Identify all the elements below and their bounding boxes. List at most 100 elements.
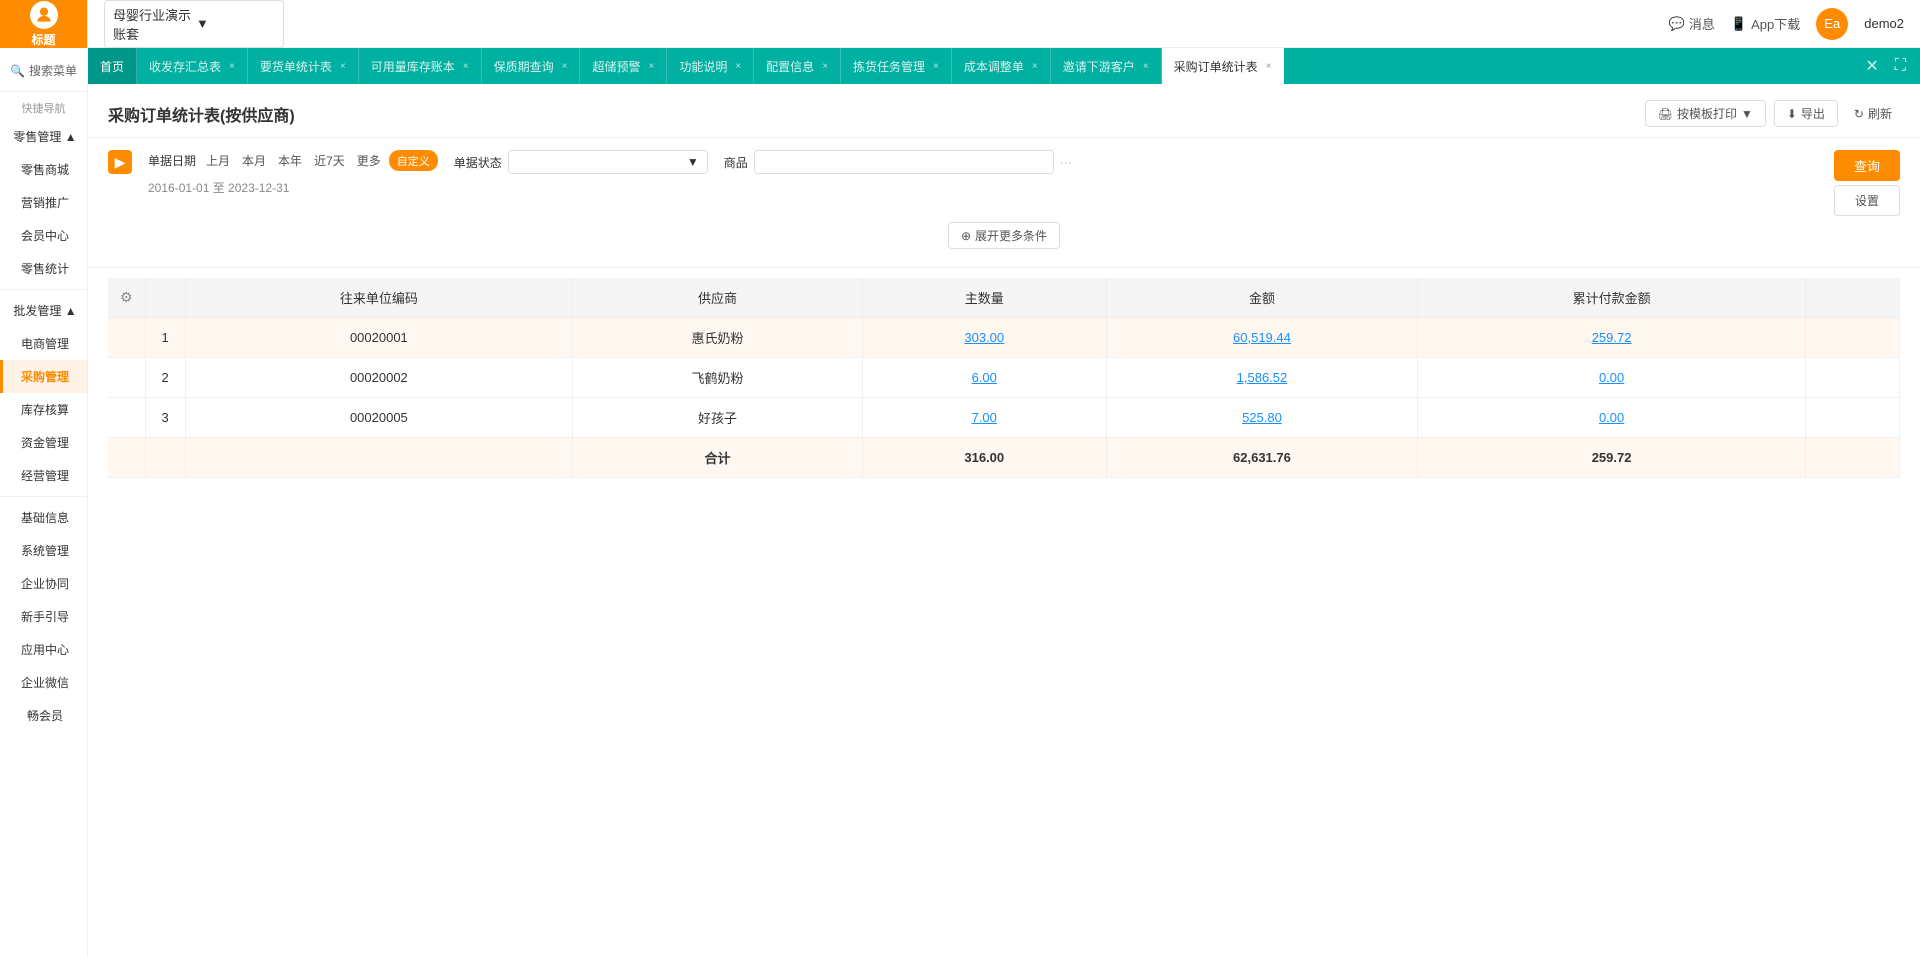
cell-quantity[interactable]: 303.00 <box>862 318 1106 358</box>
goods-input[interactable] <box>754 150 1054 174</box>
tab-available-stock[interactable]: 可用量库存账本 × <box>359 48 482 84</box>
cell-paid[interactable]: 259.72 <box>1418 318 1806 358</box>
app-download-label: App下载 <box>1751 14 1800 33</box>
tab-shelf-life-close[interactable]: × <box>562 61 568 72</box>
th-paid: 累计付款金额 <box>1418 278 1806 318</box>
sidebar-item-ecommerce[interactable]: 电商管理 <box>0 327 87 360</box>
cell-checkbox <box>108 358 145 398</box>
date-btn-last-month[interactable]: 上月 <box>202 150 234 171</box>
sidebar-item-marketing[interactable]: 营销推广 <box>0 186 87 219</box>
sidebar-item-retail[interactable]: 零售管理 ▲ <box>0 120 87 153</box>
tab-invite-downstream-close[interactable]: × <box>1143 61 1149 72</box>
sidebar-item-capital[interactable]: 资金管理 <box>0 426 87 459</box>
date-btn-more[interactable]: 更多 <box>353 150 385 171</box>
tab-purchase-summary-close[interactable]: × <box>1266 61 1272 72</box>
cell-amount[interactable]: 525.80 <box>1106 398 1418 438</box>
table-row[interactable]: 3 00020005 好孩子 7.00 525.80 0.00 <box>108 398 1900 438</box>
tfoot-empty-1 <box>108 438 145 478</box>
tab-requisition-close[interactable]: × <box>340 61 346 72</box>
app-download-button[interactable]: 📱 App下载 <box>1731 14 1800 33</box>
cell-quantity[interactable]: 6.00 <box>862 358 1106 398</box>
tab-pick-task[interactable]: 拣货任务管理 × <box>841 48 952 84</box>
sidebar-item-retail-stats[interactable]: 零售统计 <box>0 252 87 285</box>
cell-paid[interactable]: 0.00 <box>1418 398 1806 438</box>
tab-requisition-label: 要货单统计表 <box>260 58 332 75</box>
tfoot-extra <box>1805 438 1899 478</box>
tab-pick-task-close[interactable]: × <box>933 61 939 72</box>
sidebar-item-purchase-label: 采购管理 <box>21 370 69 384</box>
sidebar-item-member-card[interactable]: 畅会员 <box>0 699 87 732</box>
date-btn-7days[interactable]: 近7天 <box>310 150 349 171</box>
export-label: 导出 <box>1801 105 1825 122</box>
print-button[interactable]: 🖨 按模板打印 ▼ <box>1645 100 1766 127</box>
cell-amount[interactable]: 60,519.44 <box>1106 318 1418 358</box>
query-button[interactable]: 查询 <box>1834 150 1900 181</box>
date-btn-this-year[interactable]: 本年 <box>274 150 306 171</box>
cell-num: 3 <box>145 398 185 438</box>
sidebar-item-inventory[interactable]: 库存核算 <box>0 393 87 426</box>
user-avatar[interactable]: Ea <box>1816 8 1848 40</box>
table-row[interactable]: 1 00020001 惠氏奶粉 303.00 60,519.44 259.72 <box>108 318 1900 358</box>
tabs-close-all-button[interactable]: ✕ <box>1859 54 1884 78</box>
date-custom-button[interactable]: 自定义 <box>389 150 438 171</box>
sidebar-item-retail-mall[interactable]: 零售商城 <box>0 153 87 186</box>
tab-invite-downstream[interactable]: 邀请下游客户 × <box>1051 48 1162 84</box>
th-quantity: 主数量 <box>862 278 1106 318</box>
tab-config-info-label: 配置信息 <box>766 58 814 75</box>
status-select-arrow: ▼ <box>687 155 699 169</box>
page-header: 采购订单统计表(按供应商) 🖨 按模板打印 ▼ ⬇ 导出 ↻ 刷新 <box>88 84 1920 138</box>
tab-function-desc[interactable]: 功能说明 × <box>667 48 754 84</box>
sidebar-item-system[interactable]: 系统管理 <box>0 534 87 567</box>
tab-purchase-summary[interactable]: 采购订单统计表 × <box>1162 48 1285 84</box>
app-logo[interactable]: 标题 <box>0 0 87 48</box>
expand-more-button[interactable]: ⊕ 展开更多条件 <box>948 222 1060 249</box>
refresh-button[interactable]: ↻ 刷新 <box>1846 101 1900 126</box>
sidebar-item-enterprise[interactable]: 企业协同 <box>0 567 87 600</box>
filter-toggle-button[interactable]: ▶ <box>108 150 132 174</box>
tabs-right-actions: ✕ ⛶ <box>1859 54 1920 78</box>
sidebar-item-app-center[interactable]: 应用中心 <box>0 633 87 666</box>
tab-overstock[interactable]: 超储预警 × <box>580 48 667 84</box>
message-button[interactable]: 💬 消息 <box>1669 14 1715 33</box>
sidebar-item-enterprise-wechat[interactable]: 企业微信 <box>0 666 87 699</box>
tab-available-stock-close[interactable]: × <box>463 61 469 72</box>
tabs-bar: 首页 收发存汇总表 × 要货单统计表 × 可用量库存账本 × 保质期查询 × 超… <box>88 48 1920 84</box>
table-row[interactable]: 2 00020002 飞鹤奶粉 6.00 1,586.52 0.00 <box>108 358 1900 398</box>
tab-shelf-life[interactable]: 保质期查询 × <box>482 48 581 84</box>
topbar: 母婴行业演示账套 ▼ 💬 消息 📱 App下载 Ea demo2 <box>88 0 1920 48</box>
username-label[interactable]: demo2 <box>1864 16 1904 31</box>
expand-more-label: 展开更多条件 <box>975 227 1047 244</box>
message-label: 消息 <box>1689 14 1715 33</box>
tab-config-info-close[interactable]: × <box>822 61 828 72</box>
search-menu-button[interactable]: 🔍 搜索菜单 <box>8 58 79 83</box>
tab-requisition-summary[interactable]: 要货单统计表 × <box>248 48 359 84</box>
tab-function-desc-close[interactable]: × <box>735 61 741 72</box>
cell-quantity[interactable]: 7.00 <box>862 398 1106 438</box>
main-content: 母婴行业演示账套 ▼ 💬 消息 📱 App下载 Ea demo2 首页 收发存汇… <box>88 0 1920 957</box>
sidebar-item-newbie[interactable]: 新手引导 <box>0 600 87 633</box>
export-button[interactable]: ⬇ 导出 <box>1774 100 1838 127</box>
tab-config-info[interactable]: 配置信息 × <box>754 48 841 84</box>
sidebar-item-basic[interactable]: 基础信息 <box>0 501 87 534</box>
column-settings-button[interactable]: ⚙ <box>120 289 133 306</box>
tab-cost-adjust-close[interactable]: × <box>1032 61 1038 72</box>
tabs-maximize-button[interactable]: ⛶ <box>1889 55 1912 77</box>
tab-receive-summary[interactable]: 收发存汇总表 × <box>137 48 248 84</box>
th-num <box>145 278 185 318</box>
settings-button[interactable]: 设置 <box>1834 185 1900 216</box>
status-select[interactable]: ▼ <box>508 150 708 174</box>
sidebar-item-purchase[interactable]: 采购管理 <box>0 360 87 393</box>
sidebar-item-member[interactable]: 会员中心 <box>0 219 87 252</box>
tab-overstock-close[interactable]: × <box>648 61 654 72</box>
search-label: 搜索菜单 <box>29 62 77 79</box>
cell-paid[interactable]: 0.00 <box>1418 358 1806 398</box>
tab-cost-adjust[interactable]: 成本调整单 × <box>952 48 1051 84</box>
sidebar-item-operation[interactable]: 经营管理 <box>0 459 87 492</box>
workspace-selector[interactable]: 母婴行业演示账套 ▼ <box>104 0 284 48</box>
sidebar-item-retail-mall-label: 零售商城 <box>21 163 69 177</box>
cell-amount[interactable]: 1,586.52 <box>1106 358 1418 398</box>
tab-receive-summary-close[interactable]: × <box>229 61 235 72</box>
tab-home[interactable]: 首页 <box>88 48 137 84</box>
date-btn-this-month[interactable]: 本月 <box>238 150 270 171</box>
sidebar-item-batch[interactable]: 批发管理 ▲ <box>0 294 87 327</box>
